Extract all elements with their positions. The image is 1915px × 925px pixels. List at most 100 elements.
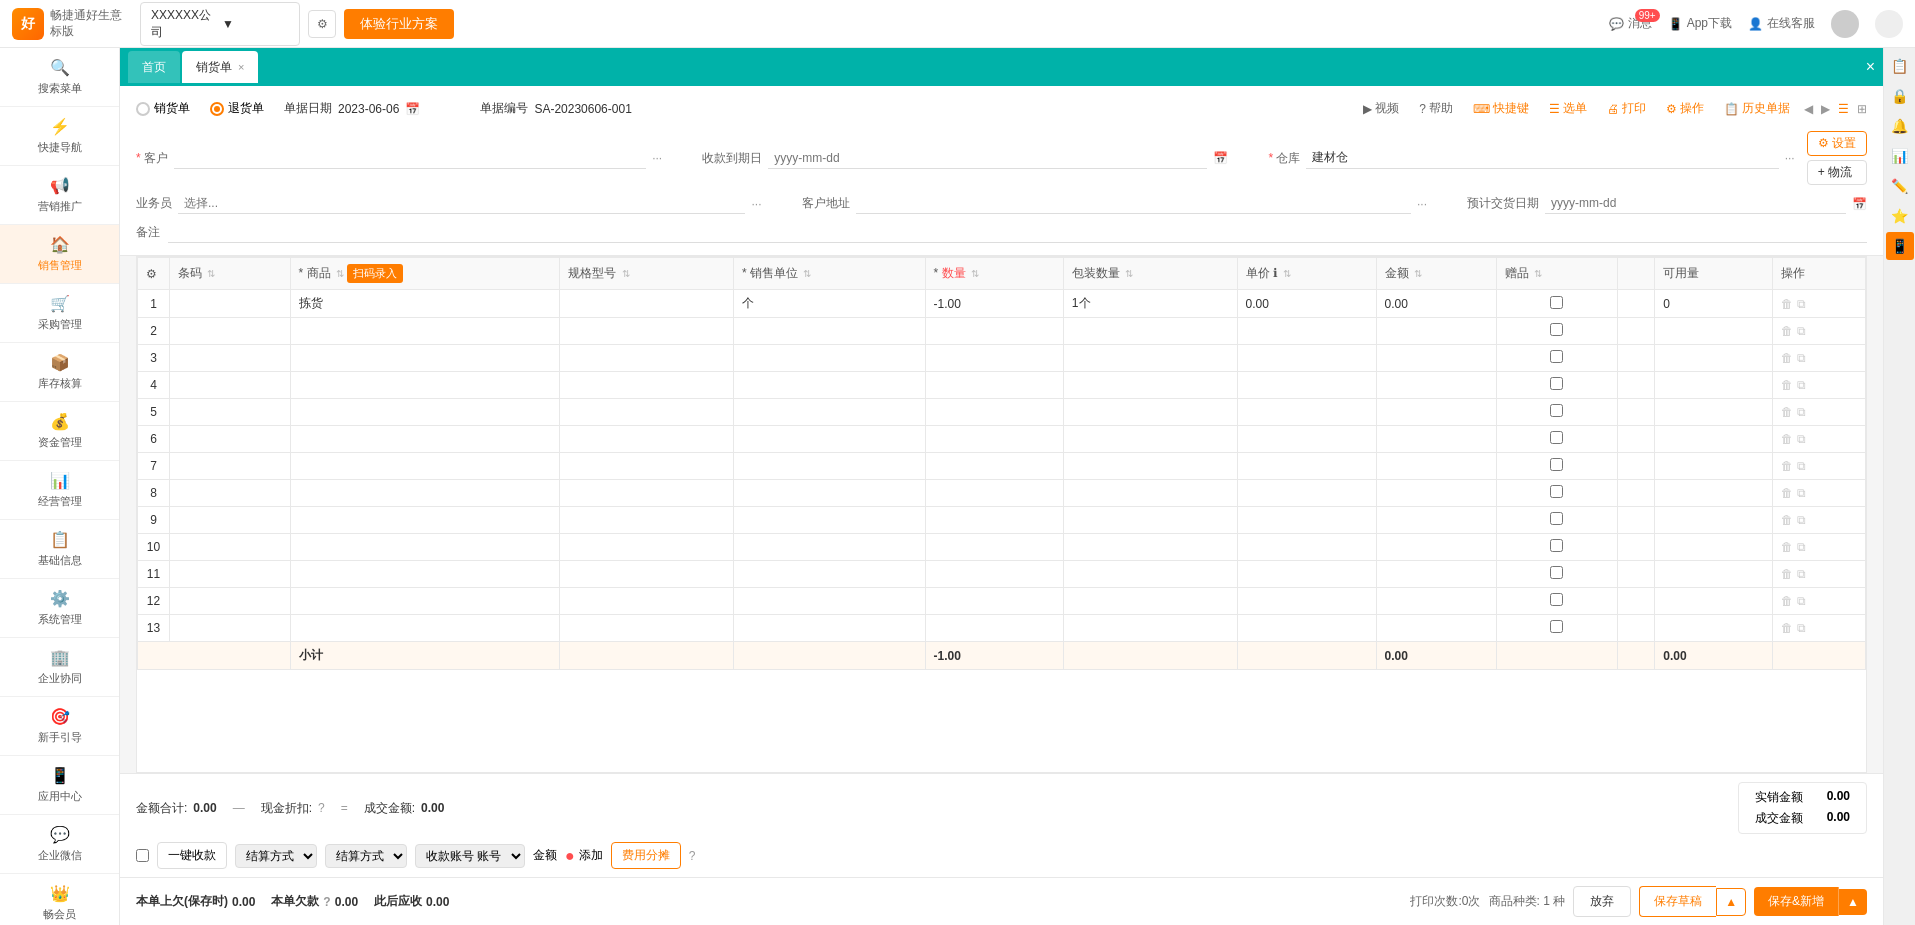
gift-checkbox-12[interactable] — [1550, 593, 1563, 606]
gift-checkbox-5[interactable] — [1550, 404, 1563, 417]
expense-button[interactable]: 费用分摊 — [611, 842, 681, 869]
delivery-date-input[interactable] — [1545, 193, 1846, 214]
message-button[interactable]: 💬 消息 99+ — [1609, 15, 1652, 32]
delete-icon-3[interactable]: 🗑 — [1781, 351, 1793, 365]
payment-method-select2[interactable]: 结算方式 — [325, 844, 407, 868]
right-side-star-icon[interactable]: ⭐ — [1886, 202, 1914, 230]
delete-icon-13[interactable]: 🗑 — [1781, 621, 1793, 635]
sidebar-item-guide[interactable]: 🎯 新手引导 — [0, 697, 119, 756]
gift-checkbox-10[interactable] — [1550, 539, 1563, 552]
one-click-checkbox[interactable] — [136, 849, 149, 862]
sidebar-item-appstore[interactable]: 📱 应用中心 — [0, 756, 119, 815]
warehouse-input[interactable] — [1306, 148, 1778, 169]
delete-icon-4[interactable]: 🗑 — [1781, 378, 1793, 392]
radio-return-order[interactable]: 退货单 — [210, 100, 264, 117]
copy-icon-2[interactable]: ⧉ — [1797, 324, 1806, 338]
sidebar-item-operations[interactable]: 📊 经营管理 — [0, 461, 119, 520]
delete-icon-9[interactable]: 🗑 — [1781, 513, 1793, 527]
salesman-input[interactable] — [178, 193, 745, 214]
scan-button[interactable]: 扫码录入 — [347, 264, 403, 283]
gift-checkbox-4[interactable] — [1550, 377, 1563, 390]
logistics-button[interactable]: + 物流 — [1807, 160, 1867, 185]
copy-icon-9[interactable]: ⧉ — [1797, 513, 1806, 527]
gift-checkbox-11[interactable] — [1550, 566, 1563, 579]
delete-icon-10[interactable]: 🗑 — [1781, 540, 1793, 554]
copy-icon-13[interactable]: ⧉ — [1797, 621, 1806, 635]
address-more-icon[interactable]: ··· — [1417, 197, 1427, 211]
right-side-edit-icon[interactable]: ✏️ — [1886, 172, 1914, 200]
trial-button[interactable]: 体验行业方案 — [344, 9, 454, 39]
app-download-button[interactable]: 📱 App下载 — [1668, 15, 1732, 32]
right-side-lock-icon[interactable]: 🔒 — [1886, 82, 1914, 110]
right-side-clipboard-icon[interactable]: 📋 — [1886, 52, 1914, 80]
toolbar-help[interactable]: ?帮助 — [1413, 98, 1459, 119]
delete-icon-12[interactable]: 🗑 — [1781, 594, 1793, 608]
copy-icon-6[interactable]: ⧉ — [1797, 432, 1806, 446]
right-side-phone-icon[interactable]: 📱 — [1886, 232, 1914, 260]
sidebar-item-sales[interactable]: 🏠 销售管理 — [0, 225, 119, 284]
online-service-button[interactable]: 👤 在线客服 — [1748, 15, 1815, 32]
tab-sales-order[interactable]: 销货单 × — [182, 51, 258, 83]
one-click-payment-button[interactable]: 一键收款 — [157, 842, 227, 869]
gift-checkbox-9[interactable] — [1550, 512, 1563, 525]
delete-icon-8[interactable]: 🗑 — [1781, 486, 1793, 500]
toolbar-video[interactable]: ▶视频 — [1357, 98, 1405, 119]
copy-icon-3[interactable]: ⧉ — [1797, 351, 1806, 365]
sidebar-item-system[interactable]: ⚙️ 系统管理 — [0, 579, 119, 638]
gift-checkbox-13[interactable] — [1550, 620, 1563, 633]
sidebar-item-inventory[interactable]: 📦 库存核算 — [0, 343, 119, 402]
avatar[interactable] — [1831, 10, 1859, 38]
grid-view-icon[interactable]: ⊞ — [1857, 102, 1867, 116]
save-draft-button[interactable]: 保存草稿 — [1639, 886, 1716, 917]
sidebar-item-finance[interactable]: 💰 资金管理 — [0, 402, 119, 461]
delete-icon-5[interactable]: 🗑 — [1781, 405, 1793, 419]
save-new-button[interactable]: 保存&新增 — [1754, 887, 1839, 916]
customer-input[interactable] — [174, 148, 646, 169]
copy-icon-1[interactable]: ⧉ — [1797, 297, 1806, 311]
gift-checkbox-7[interactable] — [1550, 458, 1563, 471]
copy-icon-8[interactable]: ⧉ — [1797, 486, 1806, 500]
gift-checkbox-6[interactable] — [1550, 431, 1563, 444]
expense-help-icon[interactable]: ? — [689, 849, 696, 863]
copy-icon-10[interactable]: ⧉ — [1797, 540, 1806, 554]
toolbar-select[interactable]: ☰选单 — [1543, 98, 1593, 119]
delete-icon-11[interactable]: 🗑 — [1781, 567, 1793, 581]
tab-close-icon[interactable]: × — [238, 61, 244, 73]
add-icon[interactable]: ● — [565, 847, 575, 865]
customer-address-input[interactable] — [856, 193, 1411, 214]
settings-button[interactable]: ⚙ 设置 — [1807, 131, 1867, 156]
delete-icon-7[interactable]: 🗑 — [1781, 459, 1793, 473]
copy-icon-4[interactable]: ⧉ — [1797, 378, 1806, 392]
gift-checkbox-1[interactable] — [1550, 296, 1563, 309]
sidebar-item-basic-info[interactable]: 📋 基础信息 — [0, 520, 119, 579]
right-side-bell-icon[interactable]: 🔔 — [1886, 112, 1914, 140]
sidebar-item-purchase[interactable]: 🛒 采购管理 — [0, 284, 119, 343]
toolbar-operation[interactable]: ⚙操作 — [1660, 98, 1710, 119]
save-new-arrow-button[interactable]: ▲ — [1839, 889, 1867, 915]
save-draft-arrow-button[interactable]: ▲ — [1716, 888, 1746, 916]
delete-icon-1[interactable]: 🗑 — [1781, 297, 1793, 311]
warehouse-more-icon[interactable]: ··· — [1785, 151, 1795, 165]
salesman-more-icon[interactable]: ··· — [751, 197, 761, 211]
list-view-icon[interactable]: ☰ — [1838, 102, 1849, 116]
copy-icon-7[interactable]: ⧉ — [1797, 459, 1806, 473]
delete-icon-2[interactable]: 🗑 — [1781, 324, 1793, 338]
account-select[interactable]: 收款账号 账号 — [415, 844, 525, 868]
tab-home[interactable]: 首页 — [128, 51, 180, 83]
nav-next-icon[interactable]: ▶ — [1821, 102, 1830, 116]
th-settings[interactable]: ⚙ — [138, 258, 170, 290]
delete-icon-6[interactable]: 🗑 — [1781, 432, 1793, 446]
delivery-calendar-icon[interactable]: 📅 — [1852, 197, 1867, 211]
sidebar-item-quick-nav[interactable]: ⚡ 快捷导航 — [0, 107, 119, 166]
customer-more-icon[interactable]: ··· — [652, 151, 662, 165]
toolbar-history[interactable]: 📋历史单据 — [1718, 98, 1796, 119]
toolbar-shortcuts[interactable]: ⌨快捷键 — [1467, 98, 1535, 119]
company-selector[interactable]: XXXXXX公司 ▼ — [140, 2, 300, 46]
window-close-icon[interactable]: × — [1866, 58, 1875, 76]
payment-calendar-icon[interactable]: 📅 — [1213, 151, 1228, 165]
copy-icon-12[interactable]: ⧉ — [1797, 594, 1806, 608]
gift-checkbox-3[interactable] — [1550, 350, 1563, 363]
copy-icon-5[interactable]: ⧉ — [1797, 405, 1806, 419]
sidebar-item-member[interactable]: 👑 畅会员 — [0, 874, 119, 925]
nav-prev-icon[interactable]: ◀ — [1804, 102, 1813, 116]
